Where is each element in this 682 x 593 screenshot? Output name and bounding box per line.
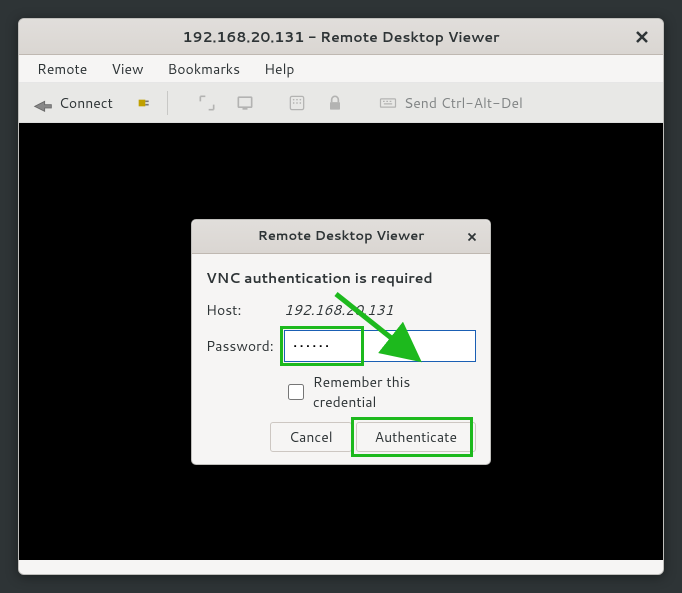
close-icon [632,27,652,47]
keypad-icon [287,93,307,113]
screenshot-icon [235,93,255,113]
password-label: Password: [206,336,284,356]
separator [167,91,168,115]
password-row: Password: [206,330,476,362]
menu-remote[interactable]: Remote [25,56,99,82]
plug-icon [132,93,152,113]
authenticate-button[interactable]: Authenticate [356,422,476,452]
lock-icon [325,93,345,113]
menu-view[interactable]: View [99,56,155,82]
remote-viewer-area: Remote Desktop Viewer VNC authentication… [19,123,663,560]
scaling-button[interactable] [318,88,352,118]
remember-row[interactable]: Remember this credential [284,372,476,412]
connect-button[interactable]: Connect [25,88,121,118]
remember-label: Remember this credential [313,372,476,412]
host-row: Host: 192.168.20.131 [206,300,476,320]
dialog-title: Remote Desktop Viewer [258,227,425,245]
close-icon [465,230,479,244]
dialog-heading: VNC authentication is required [206,268,476,288]
dialog-body: VNC authentication is required Host: 192… [192,254,490,464]
disconnect-button[interactable] [125,88,159,118]
window-title: 192.168.20.131 - Remote Desktop Viewer [182,27,499,47]
toolbar: Connect Send Ctrl-Alt-Del [19,83,663,123]
main-window: 192.168.20.131 - Remote Desktop Viewer R… [18,18,664,575]
send-ctrl-alt-del-button[interactable]: Send Ctrl-Alt-Del [370,88,531,118]
screenshot-button[interactable] [228,88,262,118]
send-cad-label: Send Ctrl-Alt-Del [404,93,523,113]
connect-icon [33,93,53,113]
password-input[interactable] [284,330,476,362]
menubar: Remote View Bookmarks Help [19,55,663,83]
host-label: Host: [206,300,284,320]
fullscreen-button[interactable] [190,88,224,118]
menu-bookmarks[interactable]: Bookmarks [156,56,253,82]
auth-dialog: Remote Desktop Viewer VNC authentication… [191,219,491,465]
host-value: 192.168.20.131 [284,300,393,320]
cancel-button[interactable]: Cancel [270,422,352,452]
window-footer [19,560,663,574]
dialog-titlebar: Remote Desktop Viewer [192,220,490,254]
dialog-close-button[interactable] [460,225,484,249]
titlebar: 192.168.20.131 - Remote Desktop Viewer [19,19,663,55]
view-only-button[interactable] [280,88,314,118]
menu-help[interactable]: Help [252,56,306,82]
keyboard-icon [378,93,398,113]
window-close-button[interactable] [629,24,655,50]
connect-label: Connect [59,93,113,113]
remember-checkbox[interactable] [288,384,304,400]
fullscreen-icon [197,93,217,113]
dialog-buttons: Cancel Authenticate [206,422,476,452]
